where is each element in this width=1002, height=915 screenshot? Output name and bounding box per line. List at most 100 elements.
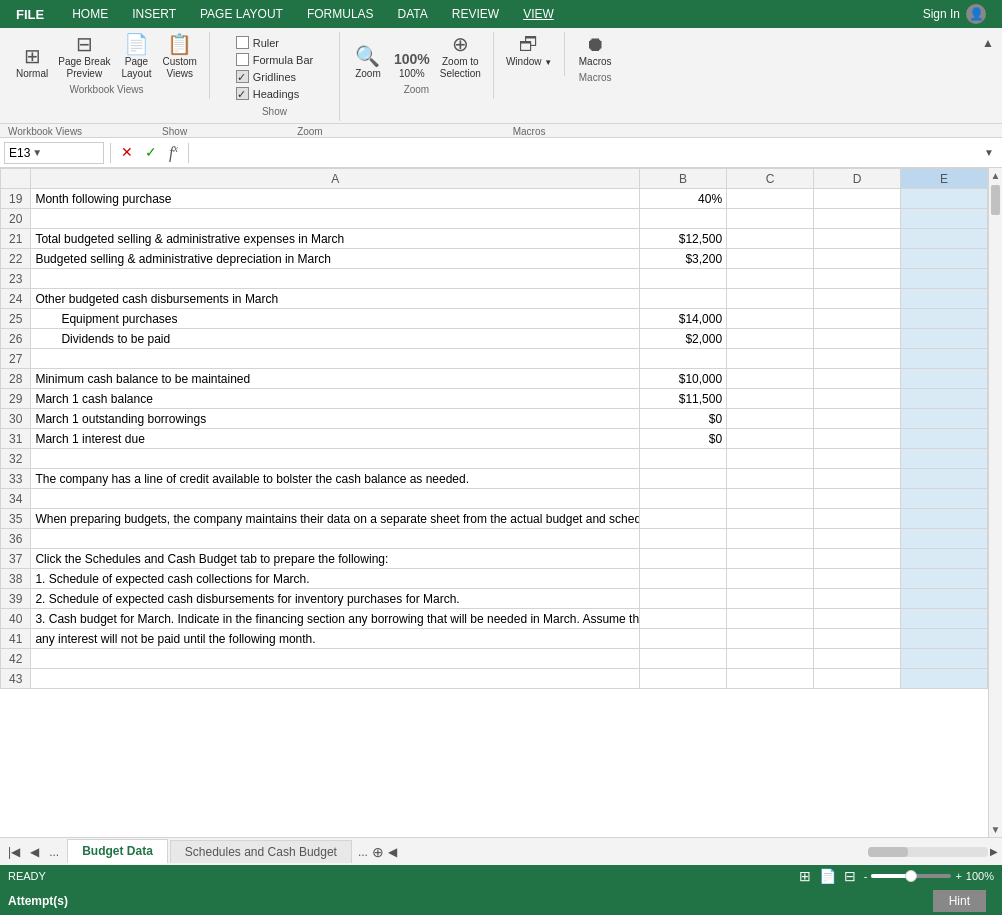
zoom-button[interactable]: 🔍 Zoom (348, 44, 388, 82)
cell-b[interactable]: 40% (640, 189, 727, 209)
cell-d[interactable] (814, 249, 901, 269)
cell-a[interactable]: Month following purchase (31, 189, 640, 209)
cell-b[interactable]: $0 (640, 429, 727, 449)
cell-b[interactable] (640, 669, 727, 689)
sign-in[interactable]: Sign In 👤 (907, 0, 1002, 28)
cell-e[interactable] (901, 469, 988, 489)
page-layout-button[interactable]: 📄 Page Layout (117, 32, 157, 82)
cell-b[interactable] (640, 509, 727, 529)
h-scroll-track[interactable] (868, 847, 988, 857)
name-box-dropdown[interactable]: ▼ (32, 147, 42, 158)
cell-c[interactable] (727, 569, 814, 589)
cell-e[interactable] (901, 369, 988, 389)
cell-b[interactable] (640, 489, 727, 509)
cell-b[interactable] (640, 529, 727, 549)
cell-e[interactable] (901, 229, 988, 249)
cell-e[interactable] (901, 449, 988, 469)
row-number[interactable]: 19 (1, 189, 31, 209)
cell-c[interactable] (727, 269, 814, 289)
h-scroll-thumb[interactable] (868, 847, 908, 857)
cell-a[interactable]: Minimum cash balance to be maintained (31, 369, 640, 389)
confirm-formula-icon[interactable]: ✓ (141, 142, 161, 162)
ruler-checkbox-label[interactable]: Ruler (236, 36, 314, 49)
cell-d[interactable] (814, 549, 901, 569)
cell-c[interactable] (727, 629, 814, 649)
tab-add[interactable]: ⊕ (372, 844, 384, 860)
row-number[interactable]: 29 (1, 389, 31, 409)
tab-more[interactable]: ... (45, 843, 63, 861)
cell-c[interactable] (727, 469, 814, 489)
ruler-checkbox[interactable] (236, 36, 249, 49)
row-number[interactable]: 20 (1, 209, 31, 229)
row-number[interactable]: 24 (1, 289, 31, 309)
cell-c[interactable] (727, 309, 814, 329)
cell-d[interactable] (814, 649, 901, 669)
cell-a[interactable] (31, 449, 640, 469)
cell-e[interactable] (901, 389, 988, 409)
row-number[interactable]: 38 (1, 569, 31, 589)
cell-a[interactable]: 2. Schedule of expected cash disbursemen… (31, 589, 640, 609)
menu-formulas[interactable]: FORMULAS (295, 0, 386, 28)
zoom-control[interactable]: - + 100% (864, 870, 994, 882)
row-number[interactable]: 28 (1, 369, 31, 389)
custom-views-button[interactable]: 📋 Custom Views (159, 32, 201, 82)
menu-page-layout[interactable]: PAGE LAYOUT (188, 0, 295, 28)
cell-d[interactable] (814, 609, 901, 629)
cell-c[interactable] (727, 549, 814, 569)
insert-function-icon[interactable]: fx (165, 141, 182, 164)
cell-e[interactable] (901, 269, 988, 289)
cell-e[interactable] (901, 669, 988, 689)
cell-d[interactable] (814, 369, 901, 389)
cell-a[interactable]: March 1 interest due (31, 429, 640, 449)
row-number[interactable]: 37 (1, 549, 31, 569)
formula-expand-icon[interactable]: ▼ (984, 147, 994, 158)
cell-d[interactable] (814, 269, 901, 289)
scroll-down-arrow[interactable]: ▼ (989, 822, 1002, 837)
cell-d[interactable] (814, 309, 901, 329)
menu-view[interactable]: VIEW (511, 0, 566, 28)
cell-d[interactable] (814, 329, 901, 349)
cell-e[interactable] (901, 329, 988, 349)
cell-b[interactable]: $3,200 (640, 249, 727, 269)
row-number[interactable]: 26 (1, 329, 31, 349)
cell-b[interactable] (640, 569, 727, 589)
menu-insert[interactable]: INSERT (120, 0, 188, 28)
cell-d[interactable] (814, 389, 901, 409)
cell-a[interactable]: 1. Schedule of expected cash collections… (31, 569, 640, 589)
cell-c[interactable] (727, 669, 814, 689)
row-number[interactable]: 21 (1, 229, 31, 249)
cancel-formula-icon[interactable]: ✕ (117, 142, 137, 162)
cell-c[interactable] (727, 389, 814, 409)
cell-b[interactable]: $11,500 (640, 389, 727, 409)
col-header-a[interactable]: A (31, 169, 640, 189)
macros-button[interactable]: ⏺ Macros (575, 32, 616, 70)
scroll-thumb[interactable] (991, 185, 1000, 215)
cell-a[interactable]: any interest will not be paid until the … (31, 629, 640, 649)
name-box[interactable]: E13 ▼ (4, 142, 104, 164)
cell-a[interactable]: March 1 outstanding borrowings (31, 409, 640, 429)
cell-e[interactable] (901, 549, 988, 569)
cell-d[interactable] (814, 409, 901, 429)
tab-first-arrow[interactable]: |◀ (4, 843, 24, 861)
page-break-preview-button[interactable]: ⊟ Page Break Preview (54, 32, 114, 82)
cell-c[interactable] (727, 509, 814, 529)
cell-d[interactable] (814, 189, 901, 209)
scroll-track[interactable] (989, 183, 1002, 822)
cell-b[interactable]: $2,000 (640, 329, 727, 349)
cell-c[interactable] (727, 249, 814, 269)
row-number[interactable]: 40 (1, 609, 31, 629)
col-header-b[interactable]: B (640, 169, 727, 189)
cell-b[interactable] (640, 269, 727, 289)
cell-a[interactable] (31, 269, 640, 289)
cell-d[interactable] (814, 449, 901, 469)
cell-b[interactable] (640, 549, 727, 569)
cell-e[interactable] (901, 509, 988, 529)
cell-d[interactable] (814, 589, 901, 609)
cell-b[interactable] (640, 289, 727, 309)
cell-a[interactable]: When preparing budgets, the company main… (31, 509, 640, 529)
vertical-scrollbar[interactable]: ▲ ▼ (988, 168, 1002, 837)
cell-c[interactable] (727, 429, 814, 449)
cell-b[interactable]: $14,000 (640, 309, 727, 329)
cell-a[interactable]: March 1 cash balance (31, 389, 640, 409)
tab-budget-data[interactable]: Budget Data (67, 839, 168, 864)
